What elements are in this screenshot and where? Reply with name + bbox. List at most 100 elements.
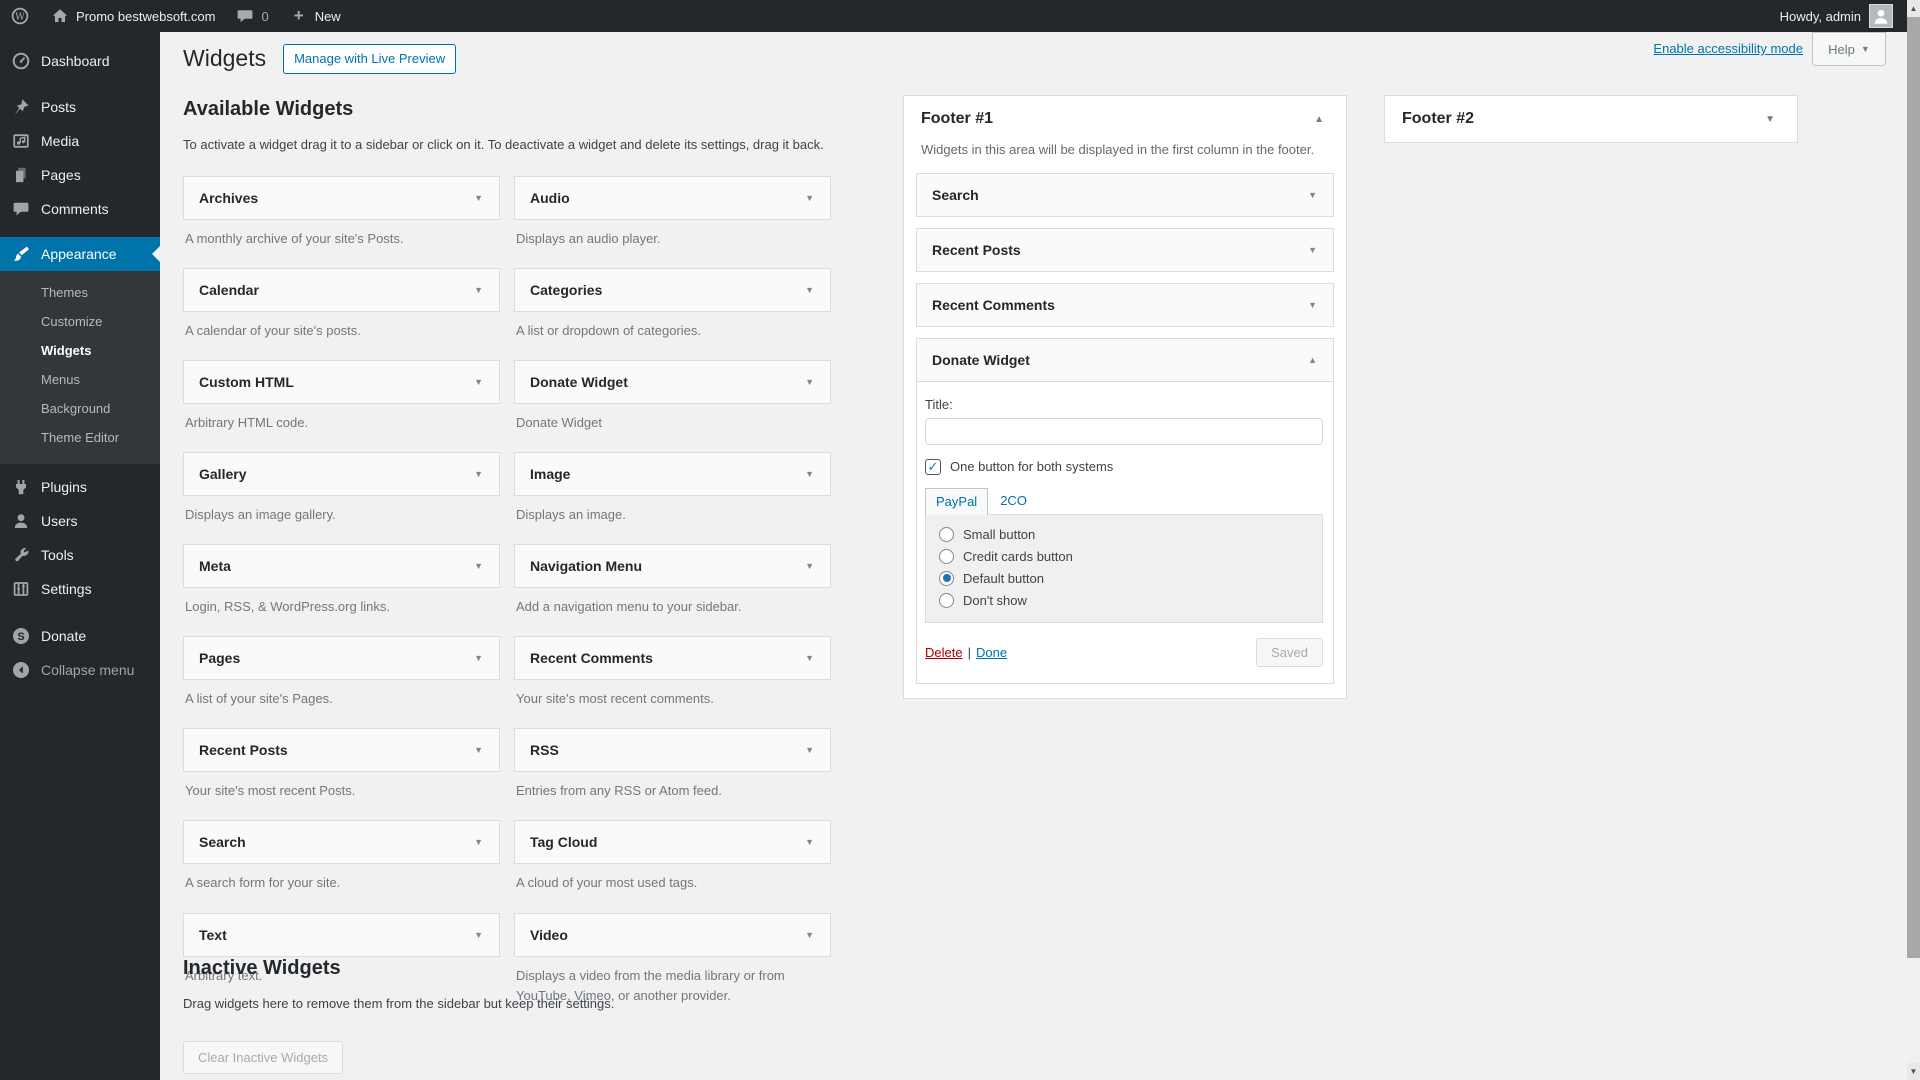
- chevron-down-icon[interactable]: ▼: [474, 377, 499, 387]
- chevron-down-icon[interactable]: ▼: [805, 745, 830, 755]
- submenu-item-background[interactable]: Background: [0, 394, 160, 423]
- comments-menu[interactable]: 0: [225, 0, 278, 32]
- howdy-text[interactable]: Howdy, admin: [1780, 9, 1861, 24]
- chevron-down-icon[interactable]: ▼: [474, 930, 499, 940]
- widget-card-calendar[interactable]: Calendar ▼: [183, 267, 500, 312]
- submenu-item-menus[interactable]: Menus: [0, 365, 160, 394]
- scrollbar-down-icon[interactable]: ▼: [1907, 1063, 1920, 1080]
- sidebar-item-media[interactable]: Media: [0, 124, 160, 158]
- manage-live-preview-button[interactable]: Manage with Live Preview: [283, 44, 457, 75]
- widget-card-tag-cloud[interactable]: Tag Cloud ▼: [514, 820, 831, 865]
- option-credit-cards-button[interactable]: Credit cards button: [939, 548, 1322, 564]
- widget-description: A list or dropdown of categories.: [516, 322, 701, 338]
- new-menu[interactable]: + New: [279, 0, 351, 32]
- sidebar-item-appearance[interactable]: Appearance: [0, 237, 160, 271]
- saved-button[interactable]: Saved: [1256, 637, 1323, 667]
- footer-widget-recent-posts[interactable]: Recent Posts ▼: [916, 227, 1334, 272]
- widget-card-search[interactable]: Search ▼: [183, 820, 500, 865]
- sidebar-item-users[interactable]: Users: [0, 504, 160, 538]
- chevron-down-icon[interactable]: ▼: [805, 561, 830, 571]
- widget-card-recent-posts[interactable]: Recent Posts ▼: [183, 728, 500, 773]
- sidebar-item-tools[interactable]: Tools: [0, 538, 160, 572]
- widget-card-categories[interactable]: Categories ▼: [514, 267, 831, 312]
- chevron-down-icon[interactable]: ▼: [805, 377, 830, 387]
- chevron-down-icon[interactable]: ▼: [805, 285, 830, 295]
- sidebar-item-settings[interactable]: Settings: [0, 572, 160, 606]
- widget-card-archives[interactable]: Archives ▼: [183, 175, 500, 220]
- tab-paypal[interactable]: PayPal: [925, 487, 989, 515]
- scrollbar[interactable]: ▲ ▼: [1907, 0, 1920, 1080]
- widget-card-custom-html[interactable]: Custom HTML ▼: [183, 359, 500, 404]
- one-button-checkbox-row[interactable]: ✓ One button for both systems: [925, 458, 1323, 475]
- widget-card-image[interactable]: Image ▼: [514, 451, 831, 496]
- footer-widget-recent-comments[interactable]: Recent Comments ▼: [916, 282, 1334, 327]
- sidebar-item-dashboard[interactable]: Dashboard: [0, 44, 160, 78]
- chevron-down-icon[interactable]: ▼: [805, 653, 830, 663]
- sidebar-item-donate[interactable]: S Donate: [0, 619, 160, 653]
- clear-inactive-widgets-button[interactable]: Clear Inactive Widgets: [183, 1040, 344, 1074]
- submenu-item-theme-editor[interactable]: Theme Editor: [0, 423, 160, 452]
- scrollbar-thumb[interactable]: [1907, 17, 1920, 958]
- chevron-down-icon[interactable]: ▼: [474, 285, 499, 295]
- donate-title-input[interactable]: [925, 417, 1323, 445]
- done-link[interactable]: Done: [976, 645, 1007, 660]
- radio-selected-icon[interactable]: [939, 570, 954, 586]
- chevron-down-icon[interactable]: ▼: [474, 837, 499, 847]
- widget-card-pages[interactable]: Pages ▼: [183, 636, 500, 681]
- footer-widget-donate-header[interactable]: Donate Widget ▲: [916, 337, 1334, 382]
- widget-card-text[interactable]: Text ▼: [183, 912, 500, 957]
- widget-card-video[interactable]: Video ▼: [514, 912, 831, 957]
- chevron-down-icon[interactable]: ▼: [805, 930, 830, 940]
- widget-card-navigation-menu[interactable]: Navigation Menu ▼: [514, 544, 831, 589]
- chevron-down-icon[interactable]: ▼: [474, 561, 499, 571]
- chevron-down-icon[interactable]: ▼: [805, 469, 830, 479]
- option-dont-show[interactable]: Don't show: [939, 592, 1322, 608]
- widget-card-meta[interactable]: Meta ▼: [183, 544, 500, 589]
- delete-link[interactable]: Delete: [925, 645, 963, 660]
- sidebar-item-posts[interactable]: Posts: [0, 90, 160, 124]
- submenu-item-widgets[interactable]: Widgets: [0, 336, 160, 365]
- site-name-menu[interactable]: Promo bestwebsoft.com: [40, 0, 225, 32]
- chevron-down-icon[interactable]: ▼: [805, 193, 830, 203]
- chevron-down-icon[interactable]: ▼: [1308, 190, 1333, 200]
- radio-unselected-icon[interactable]: [939, 592, 954, 608]
- chevron-down-icon[interactable]: ▼: [1765, 114, 1775, 125]
- chevron-up-icon[interactable]: ▲: [1308, 355, 1333, 365]
- footer-2-header[interactable]: Footer #2 ▼: [1385, 96, 1797, 142]
- chevron-down-icon[interactable]: ▼: [474, 469, 499, 479]
- widget-card-rss[interactable]: RSS ▼: [514, 728, 831, 773]
- sidebar-item-pages[interactable]: Pages: [0, 158, 160, 192]
- widget-card-audio[interactable]: Audio ▼: [514, 175, 831, 220]
- chevron-down-icon[interactable]: ▼: [1308, 300, 1333, 310]
- sidebar-item-plugins[interactable]: Plugins: [0, 470, 160, 504]
- chevron-up-icon[interactable]: ▲: [1314, 114, 1324, 125]
- chevron-down-icon[interactable]: ▼: [474, 193, 499, 203]
- chevron-down-icon[interactable]: ▼: [474, 653, 499, 663]
- submenu-item-customize[interactable]: Customize: [0, 307, 160, 336]
- radio-unselected-icon[interactable]: [939, 548, 954, 564]
- user-icon: [11, 511, 31, 531]
- accessibility-mode-link[interactable]: Enable accessibility mode: [1653, 41, 1803, 56]
- wordpress-logo-menu[interactable]: W: [0, 0, 40, 32]
- chevron-down-icon[interactable]: ▼: [1308, 245, 1333, 255]
- option-default-button[interactable]: Default button: [939, 570, 1322, 586]
- widget-card-recent-comments[interactable]: Recent Comments ▼: [514, 636, 831, 681]
- submenu-item-themes[interactable]: Themes: [0, 278, 160, 307]
- widget-title: Calendar: [199, 281, 259, 298]
- sidebar-item-comments[interactable]: Comments: [0, 192, 160, 226]
- footer-1-header[interactable]: Footer #1 ▲: [904, 96, 1346, 128]
- widget-card-gallery[interactable]: Gallery ▼: [183, 451, 500, 496]
- chevron-down-icon[interactable]: ▼: [474, 745, 499, 755]
- avatar[interactable]: [1869, 4, 1893, 28]
- footer-widget-search[interactable]: Search ▼: [916, 172, 1334, 217]
- option-small-button[interactable]: Small button: [939, 526, 1322, 542]
- chevron-down-icon[interactable]: ▼: [805, 837, 830, 847]
- help-button[interactable]: Help ▼: [1812, 32, 1886, 66]
- sidebar-item-collapse-menu[interactable]: Collapse menu: [0, 653, 160, 687]
- tab-2co[interactable]: 2CO: [988, 488, 1037, 514]
- radio-unselected-icon[interactable]: [939, 526, 954, 542]
- scrollbar-up-icon[interactable]: ▲: [1907, 0, 1920, 17]
- available-widget: Audio ▼ Displays an audio player.: [514, 175, 831, 257]
- widget-card-donate-widget[interactable]: Donate Widget ▼: [514, 359, 831, 404]
- checkbox-checked-icon[interactable]: ✓: [925, 458, 941, 475]
